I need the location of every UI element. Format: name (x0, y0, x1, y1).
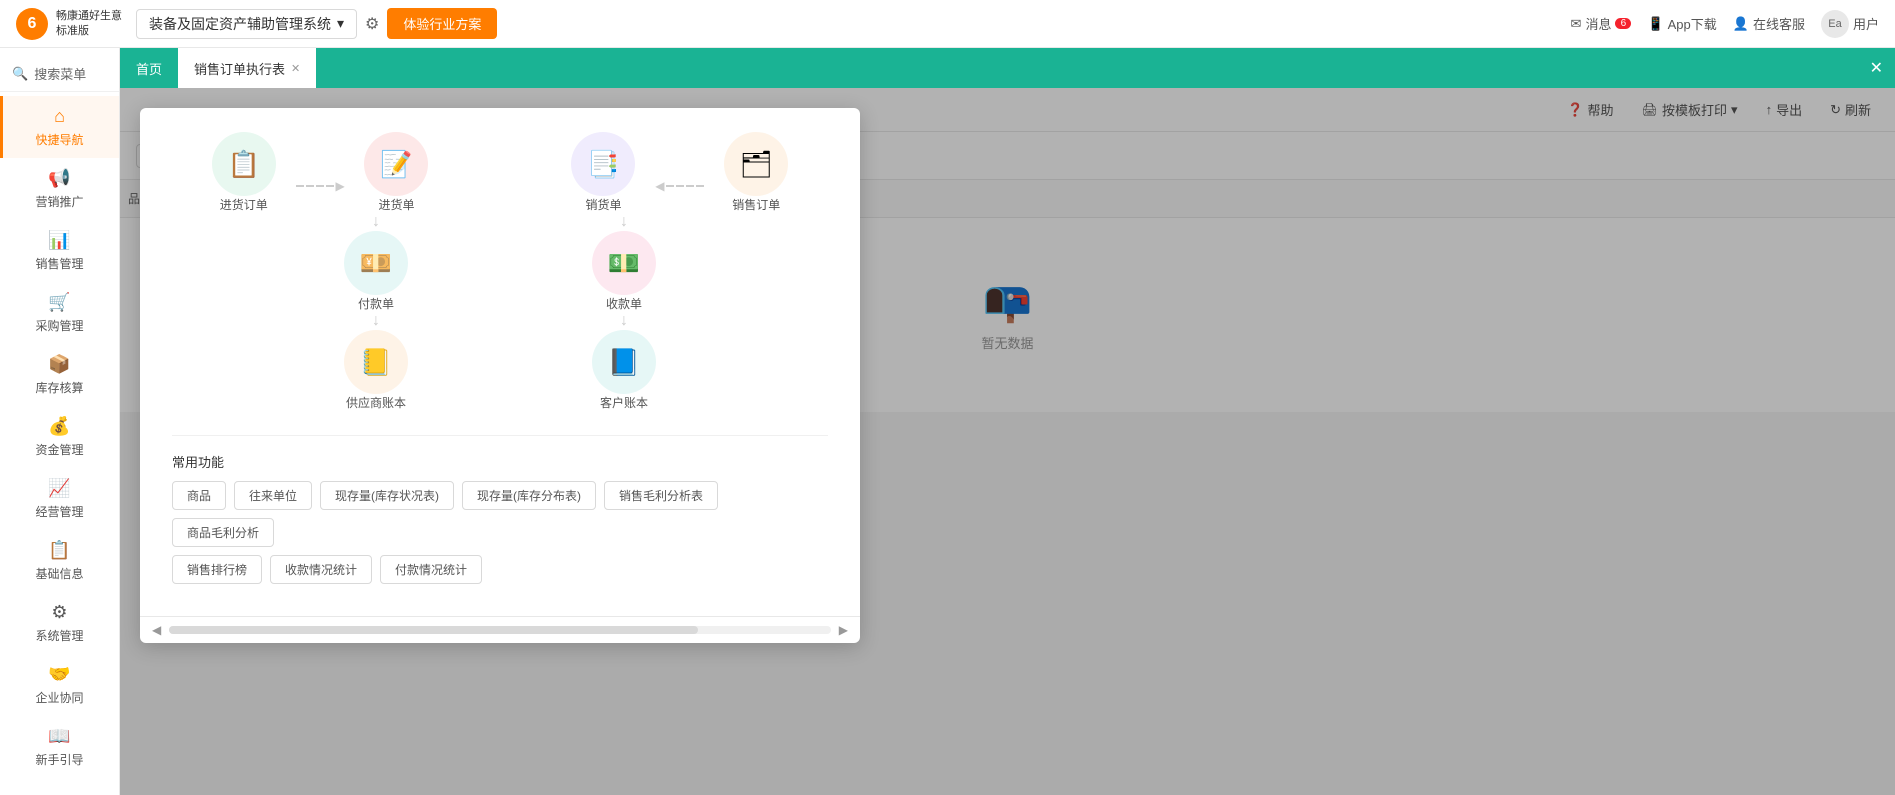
modal-body: 📋 进货订单 ▶ (140, 108, 860, 616)
sales-order-circle[interactable]: 🗂 (724, 132, 788, 196)
payment-bill-col: 💴 付款单 (316, 231, 436, 312)
content-area: 首页 销售订单执行表 ✕ ✕ ❓ 帮助 🖨 按模板打印 ▾ (120, 48, 1895, 795)
beginner-icon: 📖 (48, 726, 70, 747)
settings-icon[interactable]: ⚙ (365, 14, 379, 34)
sales-order-col: 🗂 销售订单 (704, 132, 808, 213)
receipt-bill-label: 收款单 (606, 295, 642, 312)
func-btn-stock-status[interactable]: 现存量(库存状况表) (320, 481, 454, 510)
modal-scrollbar: ◀ ▶ (140, 616, 860, 643)
sidebar-item-system[interactable]: ⚙ 系统管理 (0, 592, 119, 654)
common-funcs-title: 常用功能 (172, 452, 828, 471)
finance-icon: 💰 (48, 416, 70, 437)
message-badge: 6 (1615, 18, 1631, 29)
payment-bill-circle[interactable]: 💴 (344, 231, 408, 295)
receipt-bill-col: 💵 收款单 (564, 231, 684, 312)
logo-area: 6 畅康通好生意 标准版 (16, 8, 136, 40)
func-btn-receipt-stats[interactable]: 收款情况统计 (270, 555, 372, 584)
operations-icon: 📈 (48, 478, 70, 499)
dropdown-icon: ▾ (337, 15, 344, 32)
experience-button[interactable]: 体验行业方案 (387, 8, 497, 39)
func-btn-product[interactable]: 商品 (172, 481, 226, 510)
customer-ledger-circle[interactable]: 📘 (592, 330, 656, 394)
purchase-bill-circle[interactable]: 📝 (364, 132, 428, 196)
main-layout: 🔍 搜索菜单 ⌂ 快捷导航 📢 营销推广 📊 销售管理 🛒 采购管理 📦 库存核… (0, 48, 1895, 795)
supplier-ledger-label: 供应商账本 (346, 394, 406, 411)
enterprise-icon: 🤝 (48, 664, 70, 685)
func-btn-stock-dist[interactable]: 现存量(库存分布表) (462, 481, 596, 510)
sidebar-item-beginner[interactable]: 📖 新手引导 (0, 716, 119, 778)
app-download-item[interactable]: 📱 App下载 (1647, 14, 1716, 33)
tab-sales-order[interactable]: 销售订单执行表 ✕ (178, 48, 316, 88)
basic-info-icon: 📋 (48, 540, 70, 561)
sidebar-item-enterprise[interactable]: 🤝 企业协同 (0, 654, 119, 716)
func-btn-sales-rank[interactable]: 销售排行榜 (172, 555, 262, 584)
scroll-right-icon[interactable]: ▶ (839, 623, 848, 637)
purchase-order-label: 进货订单 (220, 196, 268, 213)
purchase-bill-label: 进货单 (378, 196, 414, 213)
purchase-bill-col: 📝 进货单 (345, 132, 449, 213)
search-menu[interactable]: 🔍 搜索菜单 (0, 56, 119, 92)
modal-dialog: 📋 进货订单 ▶ (140, 108, 860, 643)
top-header: 6 畅康通好生意 标准版 装备及固定资产辅助管理系统 ▾ ⚙ 体验行业方案 ✉ … (0, 0, 1895, 48)
sidebar-item-quick-nav[interactable]: ⌂ 快捷导航 (0, 96, 119, 158)
sales-bill-circle[interactable]: 📑 (571, 132, 635, 196)
supplier-ledger-circle[interactable]: 📒 (344, 330, 408, 394)
supplier-ledger-col: 📒 供应商账本 (316, 330, 436, 411)
purchase-icon: 🛒 (48, 292, 70, 313)
sidebar-item-sales[interactable]: 📊 销售管理 (0, 220, 119, 282)
customer-ledger-col: 📘 客户账本 (564, 330, 684, 411)
modal-overlay: 📋 进货订单 ▶ (120, 88, 1895, 795)
inventory-icon: 📦 (48, 354, 70, 375)
system-title-area: 装备及固定资产辅助管理系统 ▾ ⚙ 体验行业方案 (136, 8, 1571, 39)
sidebar-item-finance[interactable]: 💰 资金管理 (0, 406, 119, 468)
purchase-order-col: 📋 进货订单 (192, 132, 296, 213)
tab-bar: 首页 销售订单执行表 ✕ ✕ (120, 48, 1895, 88)
avatar: Ea (1821, 10, 1849, 38)
system-icon: ⚙ (51, 602, 67, 623)
service-icon: 👤 (1733, 16, 1749, 32)
sidebar-item-basic-info[interactable]: 📋 基础信息 (0, 530, 119, 592)
tab-close-icon[interactable]: ✕ (291, 62, 300, 75)
online-service-item[interactable]: 👤 在线客服 (1733, 14, 1805, 33)
customer-ledger-label: 客户账本 (600, 394, 648, 411)
mobile-icon: 📱 (1647, 16, 1663, 32)
sales-icon: 📊 (48, 230, 70, 251)
receipt-bill-circle[interactable]: 💵 (592, 231, 656, 295)
func-btn-partner[interactable]: 往来单位 (234, 481, 312, 510)
func-btn-payment-stats[interactable]: 付款情况统计 (380, 555, 482, 584)
scrollbar-track[interactable] (169, 626, 831, 634)
sales-bill-col: 📑 销货单 (552, 132, 656, 213)
sales-bill-label: 销货单 (585, 196, 621, 213)
purchase-order-circle[interactable]: 📋 (212, 132, 276, 196)
message-item[interactable]: ✉ 消息 6 (1571, 14, 1632, 33)
message-icon: ✉ (1571, 16, 1582, 32)
sidebar-item-marketing[interactable]: 📢 营销推广 (0, 158, 119, 220)
flow-diagram: 📋 进货订单 ▶ (172, 132, 828, 411)
sales-order-label: 销售订单 (732, 196, 780, 213)
func-buttons-row2: 销售排行榜 收款情况统计 付款情况统计 (172, 555, 828, 584)
user-item[interactable]: Ea 用户 (1821, 10, 1879, 38)
sidebar: 🔍 搜索菜单 ⌂ 快捷导航 📢 营销推广 📊 销售管理 🛒 采购管理 📦 库存核… (0, 48, 120, 795)
tab-home[interactable]: 首页 (120, 48, 178, 88)
logo-icon: 6 (16, 8, 48, 40)
search-icon: 🔍 (12, 66, 28, 82)
sidebar-item-operations[interactable]: 📈 经营管理 (0, 468, 119, 530)
home-icon: ⌂ (54, 106, 65, 127)
sidebar-item-inventory[interactable]: 📦 库存核算 (0, 344, 119, 406)
marketing-icon: 📢 (48, 168, 70, 189)
scrollbar-thumb (169, 626, 698, 634)
logo-text: 畅康通好生意 标准版 (56, 9, 122, 38)
scroll-left-icon[interactable]: ◀ (152, 623, 161, 637)
close-all-tabs-button[interactable]: ✕ (1858, 58, 1895, 78)
func-btn-sales-margin[interactable]: 销售毛利分析表 (604, 481, 718, 510)
func-buttons-row1: 商品 往来单位 现存量(库存状况表) 现存量(库存分布表) 销售毛利分析表 商品… (172, 481, 828, 547)
sidebar-item-purchase[interactable]: 🛒 采购管理 (0, 282, 119, 344)
common-funcs: 常用功能 商品 往来单位 现存量(库存状况表) 现存量(库存分布表) 销售毛利分… (172, 435, 828, 584)
header-right: ✉ 消息 6 📱 App下载 👤 在线客服 Ea 用户 (1571, 10, 1879, 38)
payment-bill-label: 付款单 (358, 295, 394, 312)
page-content: ❓ 帮助 🖨 按模板打印 ▾ ↑ 导出 ↻ 刷新 (120, 88, 1895, 795)
func-btn-product-margin[interactable]: 商品毛利分析 (172, 518, 274, 547)
system-title[interactable]: 装备及固定资产辅助管理系统 ▾ (136, 9, 357, 39)
